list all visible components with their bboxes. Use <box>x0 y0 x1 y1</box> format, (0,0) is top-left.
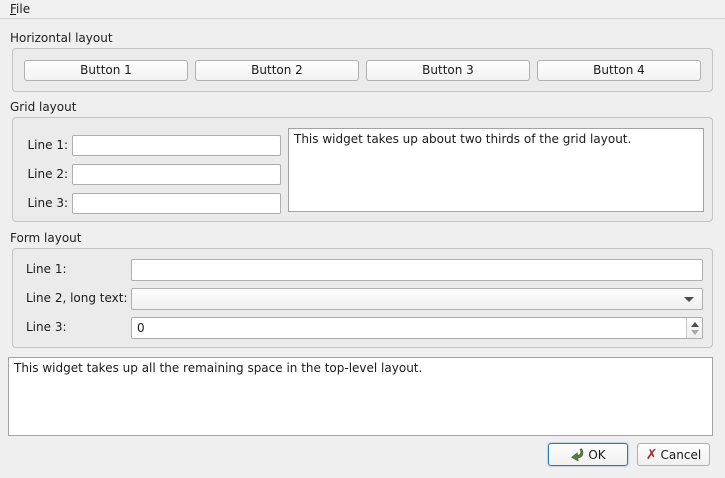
group-title-grid-layout: Grid layout <box>10 100 77 114</box>
form-line2-label: Line 2, long text: <box>26 291 128 305</box>
form-line1-input[interactable] <box>131 259 703 281</box>
form-line1-label: Line 1: <box>26 262 67 276</box>
cancel-x-icon: ✗ <box>645 446 658 463</box>
ok-button[interactable]: OK <box>548 443 628 466</box>
group-form-layout: Line 1: Line 2, long text: Line 3: <box>12 248 713 348</box>
grid-line2-input[interactable] <box>72 164 281 185</box>
spinbox-input[interactable] <box>132 318 686 338</box>
button-4[interactable]: Button 4 <box>537 60 701 81</box>
grid-line2-label: Line 2: <box>27 167 69 181</box>
spin-up-icon[interactable] <box>690 321 699 327</box>
bottom-textedit[interactable]: This widget takes up all the remaining s… <box>8 357 713 436</box>
form-line3-spinbox <box>131 317 703 339</box>
horizontal-button-row: Button 1 Button 2 Button 3 Button 4 <box>13 60 712 81</box>
ok-button-label: OK <box>588 447 606 462</box>
chevron-down-icon <box>684 296 694 302</box>
button-3[interactable]: Button 3 <box>366 60 530 81</box>
menu-file[interactable]: File <box>0 0 40 19</box>
basic-layouts-window: File Horizontal layout Button 1 Button 2… <box>0 0 725 478</box>
form-line2-combobox[interactable] <box>131 288 703 310</box>
group-grid-layout: Line 1: Line 2: Line 3: This widget take… <box>12 117 713 222</box>
menu-bar: File <box>0 0 725 19</box>
group-title-form-layout: Form layout <box>10 231 82 245</box>
spinbox-buttons[interactable] <box>686 318 702 338</box>
spin-down-icon[interactable] <box>690 329 699 335</box>
group-horizontal-layout: Button 1 Button 2 Button 3 Button 4 <box>12 48 713 92</box>
cancel-button-label: Cancel <box>660 447 702 462</box>
grid-line3-label: Line 3: <box>27 196 69 210</box>
group-title-horizontal-layout: Horizontal layout <box>10 31 113 45</box>
form-line3-label: Line 3: <box>26 320 67 334</box>
grid-line1-label: Line 1: <box>27 138 69 152</box>
ok-icon <box>571 447 584 461</box>
button-1[interactable]: Button 1 <box>24 60 188 81</box>
cancel-button[interactable]: ✗ Cancel <box>637 443 710 466</box>
grid-line3-input[interactable] <box>72 193 281 214</box>
button-2[interactable]: Button 2 <box>195 60 359 81</box>
grid-textedit[interactable]: This widget takes up about two thirds of… <box>288 128 704 212</box>
grid-line1-input[interactable] <box>72 135 281 156</box>
